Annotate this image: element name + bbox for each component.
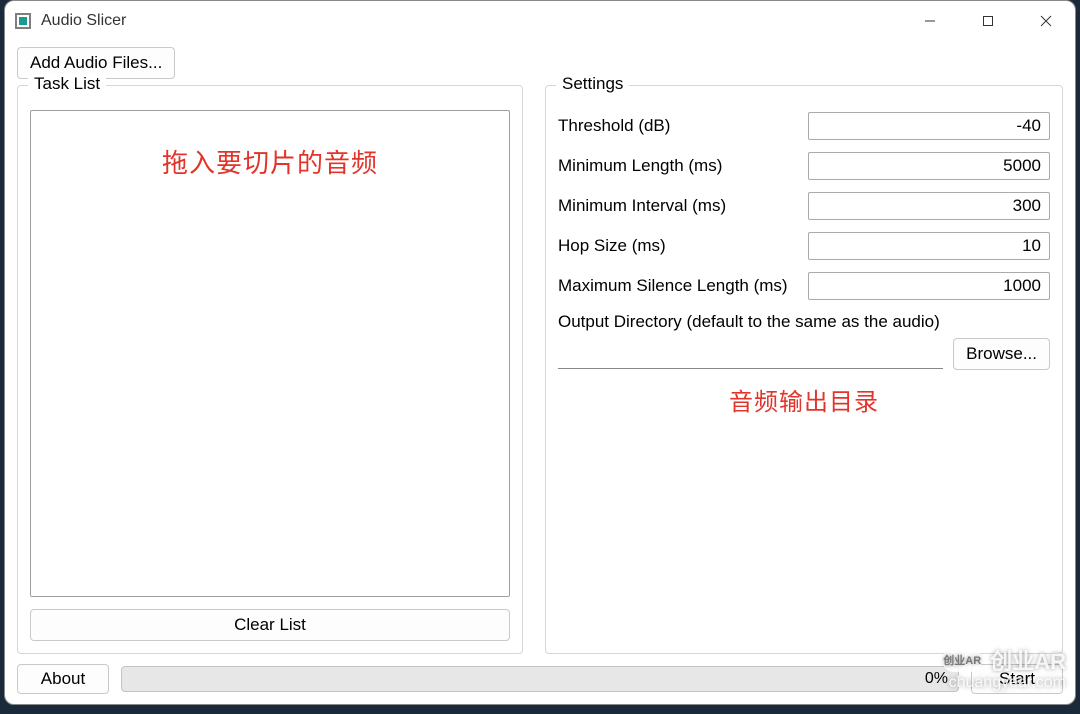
- app-window: Audio Slicer Add Audio Files... Task Lis…: [4, 0, 1076, 705]
- task-list-legend: Task List: [28, 74, 106, 94]
- task-list-group: Task List 拖入要切片的音频 Clear List: [17, 85, 523, 654]
- threshold-row: Threshold (dB): [558, 112, 1050, 140]
- min-length-label: Minimum Length (ms): [558, 156, 798, 176]
- min-length-input[interactable]: [808, 152, 1050, 180]
- maximize-icon: [982, 15, 994, 27]
- content-area: Add Audio Files... Task List 拖入要切片的音频 Cl…: [5, 41, 1075, 704]
- max-silence-input[interactable]: [808, 272, 1050, 300]
- max-silence-row: Maximum Silence Length (ms): [558, 272, 1050, 300]
- output-dir-label: Output Directory (default to the same as…: [558, 312, 1050, 332]
- start-button[interactable]: Start: [971, 664, 1063, 694]
- task-list-box[interactable]: 拖入要切片的音频: [30, 110, 510, 597]
- threshold-input[interactable]: [808, 112, 1050, 140]
- browse-button[interactable]: Browse...: [953, 338, 1050, 370]
- minimize-icon: [924, 15, 936, 27]
- task-list-drop-hint: 拖入要切片的音频: [31, 143, 509, 180]
- app-icon: [15, 13, 31, 29]
- footer: About 0% Start: [17, 664, 1063, 694]
- minimize-button[interactable]: [901, 1, 959, 41]
- window-title: Audio Slicer: [41, 12, 126, 30]
- progress-text: 0%: [925, 667, 948, 691]
- close-icon: [1039, 14, 1053, 28]
- output-dir-row: Browse...: [558, 338, 1050, 370]
- progress-bar: 0%: [121, 666, 959, 692]
- min-length-row: Minimum Length (ms): [558, 152, 1050, 180]
- min-interval-input[interactable]: [808, 192, 1050, 220]
- clear-list-button[interactable]: Clear List: [30, 609, 510, 641]
- min-interval-row: Minimum Interval (ms): [558, 192, 1050, 220]
- maximize-button[interactable]: [959, 1, 1017, 41]
- min-interval-label: Minimum Interval (ms): [558, 196, 798, 216]
- close-button[interactable]: [1017, 1, 1075, 41]
- hop-size-row: Hop Size (ms): [558, 232, 1050, 260]
- titlebar: Audio Slicer: [5, 1, 1075, 41]
- output-dir-input[interactable]: [558, 339, 943, 369]
- output-dir-hint: 音频输出目录: [558, 382, 1050, 417]
- threshold-label: Threshold (dB): [558, 116, 798, 136]
- hop-size-label: Hop Size (ms): [558, 236, 798, 256]
- hop-size-input[interactable]: [808, 232, 1050, 260]
- max-silence-label: Maximum Silence Length (ms): [558, 276, 798, 296]
- about-button[interactable]: About: [17, 664, 109, 694]
- main-columns: Task List 拖入要切片的音频 Clear List Settings T…: [17, 85, 1063, 654]
- settings-legend: Settings: [556, 74, 629, 94]
- toolbar: Add Audio Files...: [17, 47, 1063, 79]
- settings-group: Settings Threshold (dB) Minimum Length (…: [545, 85, 1063, 654]
